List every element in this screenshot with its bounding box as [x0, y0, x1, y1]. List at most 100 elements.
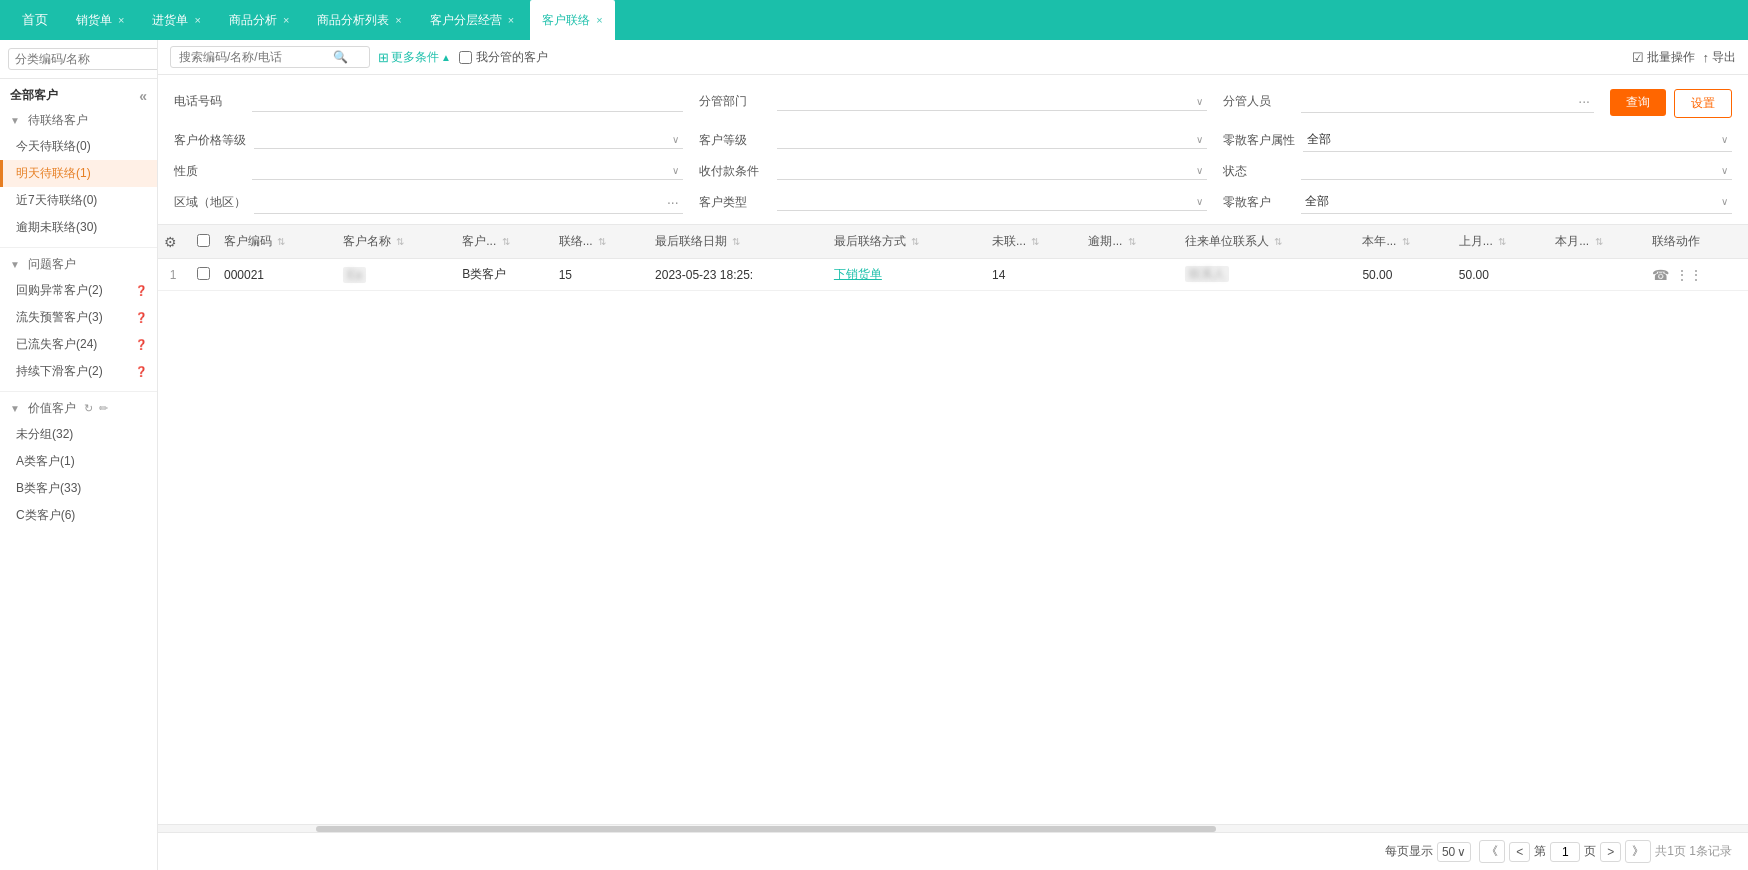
close-customer-layer-icon[interactable]: ×: [508, 14, 514, 26]
sidebar-item-repurchase-abnormal[interactable]: 回购异常客户(2) ❓: [0, 277, 157, 304]
select-all-checkbox[interactable]: [197, 234, 210, 247]
nav-item-analysis[interactable]: 商品分析 ×: [217, 0, 301, 40]
sidebar-item-overdue[interactable]: 逾期未联络(30): [0, 214, 157, 241]
filter-search-box: 🔍: [170, 46, 370, 68]
sort-unit-contact-icon[interactable]: ⇅: [1274, 236, 1282, 247]
last-contact-method-link[interactable]: 下销货单: [834, 267, 882, 281]
filter-dept-select[interactable]: ∨: [777, 93, 1208, 111]
sidebar-item-tomorrow[interactable]: 明天待联络(1): [0, 160, 157, 187]
setting-button[interactable]: 设置: [1674, 89, 1732, 118]
action-more-icon[interactable]: ⋮⋮: [1675, 267, 1703, 283]
filter-phone-input[interactable]: [252, 91, 683, 112]
scroll-thumb[interactable]: [316, 826, 1216, 832]
my-customers-checkbox[interactable]: [459, 51, 472, 64]
value-refresh-icon[interactable]: ↻: [84, 402, 93, 415]
sort-name-icon[interactable]: ⇅: [396, 236, 404, 247]
close-sales-icon[interactable]: ×: [118, 14, 124, 26]
filter-customer-type-select[interactable]: ∨: [777, 193, 1208, 211]
manager-dots-icon[interactable]: ···: [1578, 93, 1590, 109]
filter-customer-level-select[interactable]: ∨: [777, 131, 1208, 149]
more-conditions-btn[interactable]: ⊞ 更多条件 ▲: [378, 49, 451, 66]
filter-funnel-icon: ⊞: [378, 50, 389, 65]
first-page-btn[interactable]: 《: [1479, 840, 1505, 863]
help-icon-declining: ❓: [135, 366, 147, 377]
th-checkbox: [188, 225, 218, 259]
row-customer-type: B类客户: [456, 259, 552, 291]
nav-home[interactable]: 首页: [10, 0, 60, 40]
filter-gender-select[interactable]: ∨: [252, 162, 683, 180]
nav-item-customer-layer[interactable]: 客户分层经营 ×: [418, 0, 526, 40]
export-btn[interactable]: ↑ 导出: [1703, 49, 1737, 66]
advanced-filter-panel: 电话号码 分管部门 ∨ 分管人员 ··· 查询 设置: [158, 75, 1748, 225]
sort-this-year-icon[interactable]: ⇅: [1402, 236, 1410, 247]
sort-method-icon[interactable]: ⇅: [911, 236, 919, 247]
nav-item-sales[interactable]: 销货单 ×: [64, 0, 136, 40]
group-problem-customers: ▼ 问题客户 回购异常客户(2) ❓ 流失预警客户(3) ❓ 已流失客户(24)…: [0, 252, 157, 385]
sort-date-icon[interactable]: ⇅: [732, 236, 740, 247]
page-size-select[interactable]: 50 ∨: [1437, 842, 1471, 862]
nav-item-customer-contact[interactable]: 客户联络 ×: [530, 0, 614, 40]
row-checkbox[interactable]: [197, 267, 210, 280]
page-number-input[interactable]: [1550, 842, 1580, 862]
sidebar-item-7days[interactable]: 近7天待联络(0): [0, 187, 157, 214]
filter-row-price-level: 客户价格等级 ∨: [174, 128, 683, 152]
th-actions: 联络动作: [1646, 225, 1748, 259]
filter-customer-level-label: 客户等级: [699, 132, 769, 149]
sidebar: 🔍 全部客户 « ▼ 待联络客户 今天待联络(0) 明天待联络(1) 近7天待联…: [0, 40, 158, 870]
next-page-btn[interactable]: >: [1600, 842, 1621, 862]
close-customer-contact-icon[interactable]: ×: [596, 14, 602, 26]
help-icon-churned: ❓: [135, 339, 147, 350]
action-phone-icon[interactable]: ☎: [1652, 267, 1669, 283]
filter-payment-select[interactable]: ∨: [777, 162, 1208, 180]
filter-actions: 查询 设置: [1610, 85, 1732, 118]
column-settings-icon[interactable]: ⚙: [164, 234, 177, 250]
region-dots-icon[interactable]: ···: [667, 194, 679, 210]
filter-retail-attr-label: 零散客户属性: [1223, 132, 1295, 149]
sort-contact-icon[interactable]: ⇅: [598, 236, 606, 247]
help-icon-churn: ❓: [135, 312, 147, 323]
filter-status-label: 状态: [1223, 163, 1293, 180]
filter-bar: 🔍 ⊞ 更多条件 ▲ 我分管的客户 ☑ 批量操作 ↑ 导出: [158, 40, 1748, 75]
filter-retail-customer-select[interactable]: 全部 ∨: [1301, 190, 1732, 214]
query-button[interactable]: 查询: [1610, 89, 1666, 116]
filter-price-level-select[interactable]: ∨: [254, 131, 683, 149]
filter-manager-input[interactable]: ···: [1301, 90, 1594, 113]
filter-phone-label: 电话号码: [174, 93, 244, 110]
nav-item-analysis-list[interactable]: 商品分析列表 ×: [305, 0, 413, 40]
filter-search-input[interactable]: [179, 50, 329, 64]
prev-page-btn[interactable]: <: [1509, 842, 1530, 862]
sidebar-search-input[interactable]: [8, 48, 158, 70]
sidebar-item-b-class[interactable]: B类客户(33): [0, 475, 157, 502]
sort-not-contacted-icon[interactable]: ⇅: [1031, 236, 1039, 247]
sidebar-item-today[interactable]: 今天待联络(0): [0, 133, 157, 160]
filter-search-btn-icon[interactable]: 🔍: [333, 50, 348, 64]
close-purchase-icon[interactable]: ×: [194, 14, 200, 26]
customer-level-arrow-icon: ∨: [1196, 134, 1203, 145]
sidebar-item-churned[interactable]: 已流失客户(24) ❓: [0, 331, 157, 358]
sidebar-item-c-class[interactable]: C类客户(6): [0, 502, 157, 529]
sort-type-icon[interactable]: ⇅: [502, 236, 510, 247]
sort-code-icon[interactable]: ⇅: [277, 236, 285, 247]
nav-item-purchase[interactable]: 进货单 ×: [140, 0, 212, 40]
sort-last-month-icon[interactable]: ⇅: [1498, 236, 1506, 247]
sidebar-item-a-class[interactable]: A类客户(1): [0, 448, 157, 475]
sidebar-item-ungrouped[interactable]: 未分组(32): [0, 421, 157, 448]
filter-status-select[interactable]: ∨: [1301, 162, 1732, 180]
value-edit-icon[interactable]: ✏: [99, 402, 108, 415]
batch-op-btn[interactable]: ☑ 批量操作: [1632, 49, 1695, 66]
close-analysis-list-icon[interactable]: ×: [395, 14, 401, 26]
th-last-contact-date: 最后联络日期 ⇅: [649, 225, 828, 259]
filter-region-input[interactable]: ···: [254, 191, 683, 214]
sidebar-item-declining[interactable]: 持续下滑客户(2) ❓: [0, 358, 157, 385]
close-analysis-icon[interactable]: ×: [283, 14, 289, 26]
last-page-btn[interactable]: 》: [1625, 840, 1651, 863]
group-value-label: ▼ 价值客户 ↻ ✏: [0, 396, 157, 421]
sidebar-item-churn-warning[interactable]: 流失预警客户(3) ❓: [0, 304, 157, 331]
sort-overdue-icon[interactable]: ⇅: [1128, 236, 1136, 247]
sidebar-collapse-icon[interactable]: «: [139, 88, 147, 104]
filter-retail-attr-select[interactable]: 全部 ∨: [1303, 128, 1732, 152]
row-not-contacted: 14: [986, 259, 1082, 291]
th-overdue: 逾期... ⇅: [1082, 225, 1178, 259]
sort-this-month-icon[interactable]: ⇅: [1595, 236, 1603, 247]
row-last-contact-date: 2023-05-23 18:25:: [649, 259, 828, 291]
